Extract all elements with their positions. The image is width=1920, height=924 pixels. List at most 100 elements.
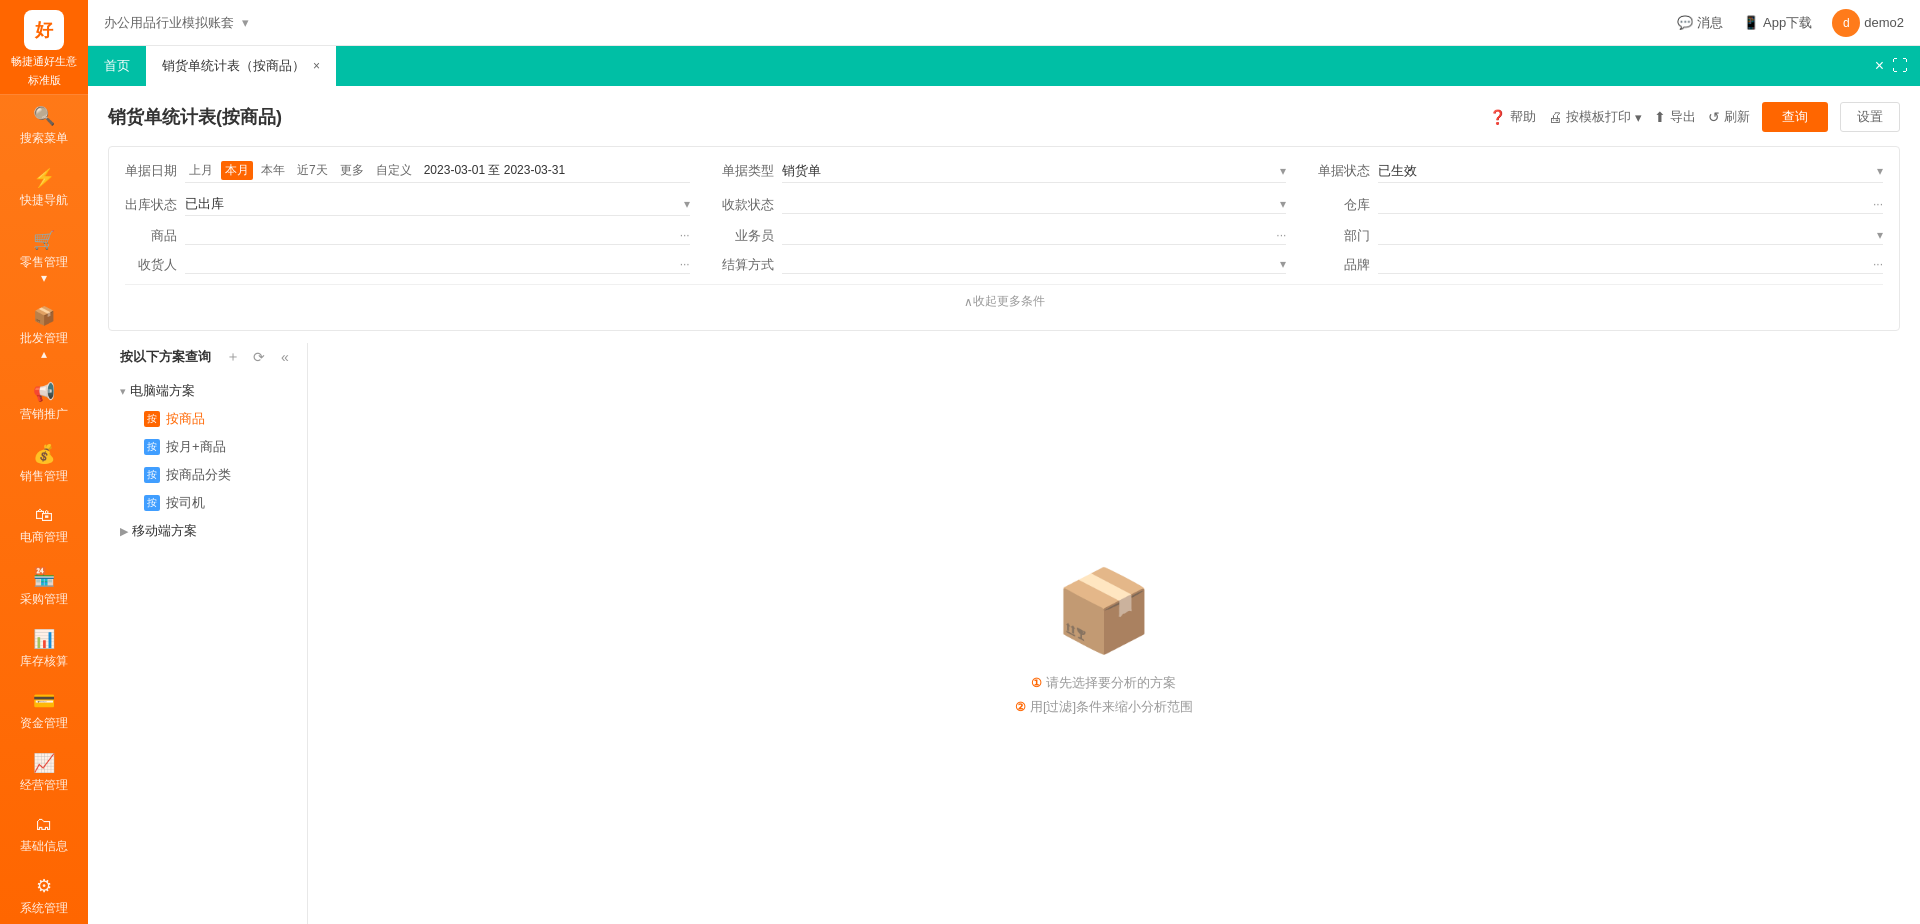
by-goods-cat-icon: 按 [144,467,160,483]
sidebar-item-search-label: 搜索菜单 [20,130,68,147]
tree-desktop-parent[interactable]: ▾ 电脑端方案 [108,377,307,405]
settle-dropdown-icon[interactable]: ▾ [1280,257,1286,271]
tab-report[interactable]: 销货单统计表（按商品） × [146,46,336,86]
ops-icon: 📈 [33,752,55,774]
print-icon: 🖨 [1548,109,1562,125]
tab-home[interactable]: 首页 [88,46,146,86]
empty-text-2: ② 用[过滤]条件来缩小分析范围 [1015,698,1193,716]
app-download-label: App下载 [1763,14,1812,32]
sidebar-item-quicknav[interactable]: ⚡ 快捷导航 [0,157,88,219]
sidebar-item-ops[interactable]: 📈 经营管理 [0,742,88,804]
tree-item-by-machine[interactable]: 按 按司机 [108,489,307,517]
date-label: 单据日期 [125,162,185,180]
collapse-label: 收起更多条件 [973,293,1045,310]
logo-text: 畅捷通好生意 [11,54,77,69]
date-tab-7days[interactable]: 近7天 [293,161,332,180]
date-tabs: 上月 本月 本年 近7天 更多 自定义 [185,161,416,180]
message-btn[interactable]: 💬 消息 [1677,14,1723,32]
help-btn[interactable]: ❓ 帮助 [1489,108,1536,126]
refresh-btn[interactable]: ↺ 刷新 [1708,108,1750,126]
app-download-btn[interactable]: 📱 App下载 [1743,14,1812,32]
goods-control: ··· [185,226,690,245]
collapse-bar[interactable]: ∧ 收起更多条件 [125,284,1883,318]
sidebar-item-retail[interactable]: 🛒 零售管理 ▾ [0,219,88,295]
date-tab-custom[interactable]: 自定义 [372,161,416,180]
stock-out-dropdown-icon[interactable]: ▾ [684,197,690,211]
sidebar-item-inventory[interactable]: 📊 库存核算 [0,618,88,680]
tabbar-right: × ⛶ [1875,57,1920,75]
tree-mobile-parent[interactable]: ▶ 移动端方案 [108,517,307,545]
date-control: 上月 本月 本年 近7天 更多 自定义 2023-03-01 至 2023-03… [185,159,690,183]
template-print-label: 按模板打印 [1566,108,1631,126]
sidebar-item-retail-label: 零售管理 [20,254,68,271]
brand-more-icon[interactable]: ··· [1873,257,1883,271]
dept-dropdown-icon[interactable]: ▾ [1877,228,1883,242]
consignee-label: 收货人 [125,256,185,274]
tree-item-by-goods-cat[interactable]: 按 按商品分类 [108,461,307,489]
sidebar-item-sales[interactable]: 💰 销售管理 [0,433,88,495]
desktop-chevron-icon: ▾ [120,385,126,398]
consignee-more-icon[interactable]: ··· [680,257,690,271]
inventory-icon: 📊 [33,628,55,650]
filter-dept: 部门 ▾ [1318,226,1883,245]
panel-refresh-icon[interactable]: ⟳ [249,347,269,367]
sidebar-item-search[interactable]: 🔍 搜索菜单 [0,95,88,157]
template-print-btn[interactable]: 🖨 按模板打印 ▾ [1548,108,1642,126]
right-section: 📦 ① 请先选择要分析的方案 ② 用[过滤]条件来缩小分析范围 [308,343,1900,924]
doc-status-dropdown-icon[interactable]: ▾ [1877,164,1883,178]
sidebar-item-system-label: 系统管理 [20,900,68,917]
collapse-up-icon: ∧ [964,295,973,309]
sidebar-item-wholesale[interactable]: 📦 批发管理 ▴ [0,295,88,371]
mobile-chevron-icon: ▶ [120,525,128,538]
sidebar-item-system[interactable]: ⚙ 系统管理 [0,865,88,924]
date-tab-thisyear[interactable]: 本年 [257,161,289,180]
export-btn[interactable]: ⬆ 导出 [1654,108,1696,126]
tree-item-by-month-goods[interactable]: 按 按月+商品 [108,433,307,461]
filter-salesman: 业务员 ··· [722,226,1287,245]
sidebar-item-marketing-label: 营销推广 [20,406,68,423]
step1-label: 请先选择要分析的方案 [1046,674,1176,692]
sidebar-item-purchase[interactable]: 🏪 采购管理 [0,556,88,618]
filter-area: 单据日期 上月 本月 本年 近7天 更多 自定义 2023-03-01 至 20… [108,146,1900,331]
sidebar-item-ecommerce-label: 电商管理 [20,529,68,546]
sidebar-item-finance[interactable]: 💳 资金管理 [0,680,88,742]
panel-add-icon[interactable]: ＋ [223,347,243,367]
filter-doc-status: 单据状态 已生效 ▾ [1318,160,1883,183]
salesman-more-icon[interactable]: ··· [1276,228,1286,242]
page-header: 销货单统计表(按商品) ❓ 帮助 🖨 按模板打印 ▾ ⬆ 导出 [108,102,1900,132]
doc-type-dropdown-icon[interactable]: ▾ [1280,164,1286,178]
brand-label: 品牌 [1318,256,1378,274]
sidebar-item-wholesale-label: 批发管理 [20,330,68,347]
date-tab-more[interactable]: 更多 [336,161,368,180]
sidebar-item-basic[interactable]: 🗂 基础信息 [0,804,88,865]
help-icon: ❓ [1489,109,1506,125]
doc-type-label: 单据类型 [722,162,782,180]
date-tab-thismonth[interactable]: 本月 [221,161,253,180]
tabbar-close-icon[interactable]: × [1875,57,1884,75]
stock-out-value: 已出库 [185,195,684,213]
tabbar-fullscreen-icon[interactable]: ⛶ [1892,57,1908,75]
sidebar-item-ecommerce[interactable]: 🛍 电商管理 [0,495,88,556]
collect-label: 收款状态 [722,196,782,214]
panel-collapse-icon[interactable]: « [275,347,295,367]
sidebar-item-purchase-label: 采购管理 [20,591,68,608]
topbar-dropdown-icon[interactable]: ▾ [242,15,249,30]
set-button[interactable]: 设置 [1840,102,1900,132]
consignee-control: ··· [185,255,690,274]
panel-header: 按以下方案查询 ＋ ⟳ « [108,343,307,371]
warehouse-more-icon[interactable]: ··· [1873,197,1883,211]
collect-dropdown-icon[interactable]: ▾ [1280,197,1286,211]
tab-close-icon[interactable]: × [313,59,320,73]
date-tab-lastmonth[interactable]: 上月 [185,161,217,180]
query-button[interactable]: 查询 [1762,102,1828,132]
settle-label: 结算方式 [722,256,782,274]
tree-item-by-goods[interactable]: 按 按商品 [108,405,307,433]
sidebar-item-marketing[interactable]: 📢 营销推广 [0,371,88,433]
retail-chevron: ▾ [41,271,47,285]
user-menu[interactable]: d demo2 [1832,9,1904,37]
topbar: 办公用品行业模拟账套 ▾ 💬 消息 📱 App下载 d demo2 [88,0,1920,46]
sidebar-item-basic-label: 基础信息 [20,838,68,855]
page-container: 销货单统计表(按商品) ❓ 帮助 🖨 按模板打印 ▾ ⬆ 导出 [88,86,1920,924]
page-body: 按以下方案查询 ＋ ⟳ « ▾ 电脑端方案 按 [108,343,1900,924]
goods-more-icon[interactable]: ··· [680,228,690,242]
